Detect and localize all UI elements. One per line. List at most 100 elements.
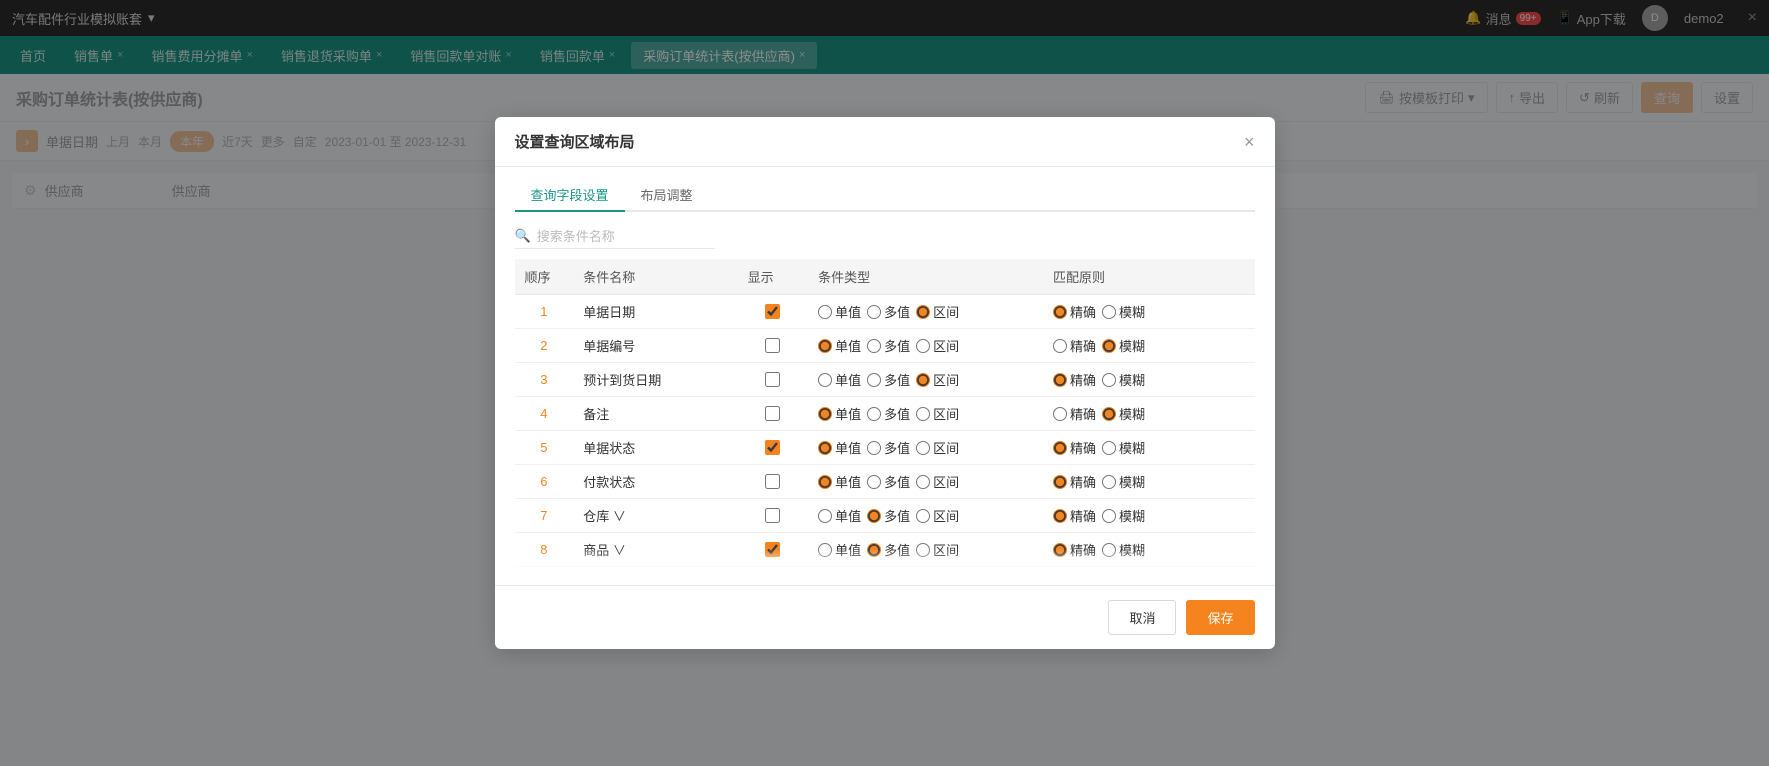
type-radio-区间[interactable] — [916, 407, 930, 421]
type-option-区间[interactable]: 区间 — [916, 472, 959, 491]
type-option-多值[interactable]: 多值 — [867, 506, 910, 525]
type-radio-单值[interactable] — [818, 407, 832, 421]
type-option-多值[interactable]: 多值 — [867, 302, 910, 321]
type-radio-单值[interactable] — [818, 339, 832, 353]
type-radio-区间[interactable] — [916, 339, 930, 353]
match-option-精确[interactable]: 精确 — [1053, 540, 1096, 559]
match-option-精确[interactable]: 精确 — [1053, 302, 1096, 321]
match-option-模糊[interactable]: 模糊 — [1102, 302, 1145, 321]
type-option-多值[interactable]: 多值 — [867, 472, 910, 491]
display-checkbox[interactable] — [765, 304, 780, 319]
type-radio-多值[interactable] — [867, 339, 881, 353]
match-option-精确[interactable]: 精确 — [1053, 506, 1096, 525]
type-option-区间[interactable]: 区间 — [916, 540, 959, 559]
search-input[interactable] — [537, 229, 715, 244]
display-checkbox[interactable] — [765, 372, 780, 387]
type-radio-区间[interactable] — [916, 305, 930, 319]
match-radio-模糊[interactable] — [1102, 339, 1116, 353]
type-option-label: 多值 — [884, 336, 910, 355]
type-radio-单值[interactable] — [818, 543, 832, 557]
modal-tab-layout[interactable]: 布局调整 — [625, 179, 709, 212]
match-radio-精确[interactable] — [1053, 305, 1067, 319]
type-option-label: 单值 — [835, 302, 861, 321]
match-radio-精确[interactable] — [1053, 543, 1067, 557]
type-option-区间[interactable]: 区间 — [916, 302, 959, 321]
match-option-模糊[interactable]: 模糊 — [1102, 404, 1145, 423]
type-radio-区间[interactable] — [916, 373, 930, 387]
type-option-多值[interactable]: 多值 — [867, 336, 910, 355]
match-option-精确[interactable]: 精确 — [1053, 336, 1096, 355]
match-option-精确[interactable]: 精确 — [1053, 438, 1096, 457]
match-option-模糊[interactable]: 模糊 — [1102, 438, 1145, 457]
type-option-单值[interactable]: 单值 — [818, 336, 861, 355]
row-display-cell — [738, 465, 808, 499]
match-option-label: 精确 — [1070, 302, 1096, 321]
type-option-区间[interactable]: 区间 — [916, 506, 959, 525]
type-option-label: 多值 — [884, 540, 910, 559]
match-radio-精确[interactable] — [1053, 407, 1067, 421]
modal-tab-query-fields[interactable]: 查询字段设置 — [515, 179, 625, 212]
type-option-多值[interactable]: 多值 — [867, 370, 910, 389]
type-radio-单值[interactable] — [818, 373, 832, 387]
match-radio-精确[interactable] — [1053, 339, 1067, 353]
match-option-模糊[interactable]: 模糊 — [1102, 506, 1145, 525]
match-radio-模糊[interactable] — [1102, 373, 1116, 387]
type-radio-多值[interactable] — [867, 305, 881, 319]
display-checkbox[interactable] — [765, 338, 780, 353]
match-option-精确[interactable]: 精确 — [1053, 370, 1096, 389]
display-checkbox[interactable] — [765, 542, 780, 557]
type-radio-区间[interactable] — [916, 509, 930, 523]
type-radio-多值[interactable] — [867, 543, 881, 557]
match-radio-模糊[interactable] — [1102, 441, 1116, 455]
type-option-多值[interactable]: 多值 — [867, 540, 910, 559]
type-radio-区间[interactable] — [916, 475, 930, 489]
type-radio-多值[interactable] — [867, 407, 881, 421]
display-checkbox[interactable] — [765, 406, 780, 421]
type-radio-单值[interactable] — [818, 441, 832, 455]
match-radio-模糊[interactable] — [1102, 305, 1116, 319]
match-option-模糊[interactable]: 模糊 — [1102, 472, 1145, 491]
type-radio-单值[interactable] — [818, 305, 832, 319]
type-option-区间[interactable]: 区间 — [916, 336, 959, 355]
match-option-精确[interactable]: 精确 — [1053, 404, 1096, 423]
display-checkbox[interactable] — [765, 474, 780, 489]
type-option-区间[interactable]: 区间 — [916, 404, 959, 423]
match-radio-精确[interactable] — [1053, 509, 1067, 523]
type-option-区间[interactable]: 区间 — [916, 370, 959, 389]
type-radio-区间[interactable] — [916, 543, 930, 557]
cancel-btn[interactable]: 取消 — [1108, 600, 1176, 635]
type-option-单值[interactable]: 单值 — [818, 506, 861, 525]
match-radio-模糊[interactable] — [1102, 509, 1116, 523]
match-radio-精确[interactable] — [1053, 373, 1067, 387]
type-option-单值[interactable]: 单值 — [818, 472, 861, 491]
type-option-单值[interactable]: 单值 — [818, 404, 861, 423]
match-radio-模糊[interactable] — [1102, 475, 1116, 489]
modal-table: 顺序 条件名称 显示 条件类型 匹配原则 1单据日期单值多值区间精确模糊2单据编… — [515, 259, 1255, 569]
save-btn[interactable]: 保存 — [1186, 600, 1254, 635]
type-option-多值[interactable]: 多值 — [867, 438, 910, 457]
match-option-模糊[interactable]: 模糊 — [1102, 370, 1145, 389]
type-option-区间[interactable]: 区间 — [916, 438, 959, 457]
type-option-单值[interactable]: 单值 — [818, 540, 861, 559]
match-radio-模糊[interactable] — [1102, 407, 1116, 421]
type-radio-单值[interactable] — [818, 509, 832, 523]
type-option-单值[interactable]: 单值 — [818, 370, 861, 389]
match-option-模糊[interactable]: 模糊 — [1102, 540, 1145, 559]
match-radio-精确[interactable] — [1053, 441, 1067, 455]
type-radio-单值[interactable] — [818, 475, 832, 489]
match-radio-精确[interactable] — [1053, 475, 1067, 489]
type-option-单值[interactable]: 单值 — [818, 438, 861, 457]
type-radio-多值[interactable] — [867, 475, 881, 489]
type-radio-多值[interactable] — [867, 441, 881, 455]
match-option-模糊[interactable]: 模糊 — [1102, 336, 1145, 355]
display-checkbox[interactable] — [765, 440, 780, 455]
modal-close-btn[interactable]: × — [1244, 133, 1255, 151]
type-option-多值[interactable]: 多值 — [867, 404, 910, 423]
type-radio-多值[interactable] — [867, 509, 881, 523]
type-radio-多值[interactable] — [867, 373, 881, 387]
type-radio-区间[interactable] — [916, 441, 930, 455]
match-radio-模糊[interactable] — [1102, 543, 1116, 557]
display-checkbox[interactable] — [765, 508, 780, 523]
match-option-精确[interactable]: 精确 — [1053, 472, 1096, 491]
type-option-单值[interactable]: 单值 — [818, 302, 861, 321]
